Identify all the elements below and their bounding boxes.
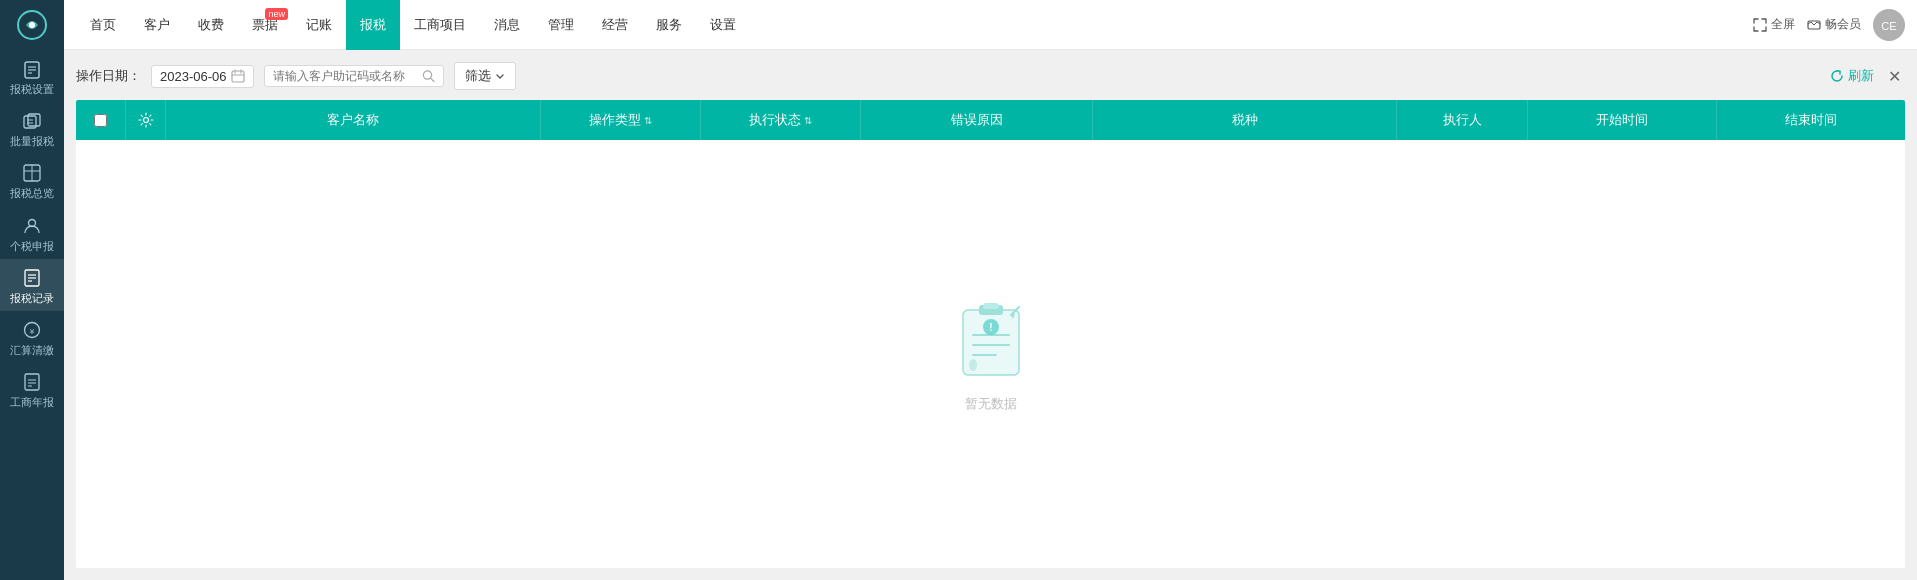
sidebar-item-annual-report[interactable]: 工商年报 (0, 363, 64, 415)
close-button[interactable]: ✕ (1884, 65, 1905, 88)
svg-rect-27 (232, 71, 244, 82)
refresh-icon (1830, 69, 1844, 83)
sidebar-item-label: 报税记录 (10, 292, 54, 305)
nav-operation[interactable]: 经营 (588, 0, 642, 50)
sidebar-item-label: 工商年报 (10, 396, 54, 409)
date-label: 操作日期： (76, 67, 141, 85)
nav-manage[interactable]: 管理 (534, 0, 588, 50)
sidebar-item-label: 报税设置 (10, 83, 54, 96)
main-area: 首页 客户 收费 票据 new 记账 报税 工商项目 消息 管理 经营 服务 设… (64, 0, 1917, 580)
table-header: 客户名称 操作类型 ⇅ 执行状态 ⇅ 错误原因 税种 执行人 (76, 100, 1905, 140)
topnav: 首页 客户 收费 票据 new 记账 报税 工商项目 消息 管理 经营 服务 设… (64, 0, 1917, 50)
svg-point-44 (969, 359, 977, 371)
th-settings[interactable] (126, 100, 166, 140)
nav-business[interactable]: 工商项目 (400, 0, 480, 50)
sidebar-item-batch-tax[interactable]: 批量报税 (0, 102, 64, 154)
svg-text:¥: ¥ (29, 327, 35, 336)
sidebar-logo (0, 0, 64, 50)
nav-tax[interactable]: 报税 (346, 0, 400, 50)
table-container: 客户名称 操作类型 ⇅ 执行状态 ⇅ 错误原因 税种 执行人 (76, 100, 1905, 568)
search-input-wrap[interactable] (264, 65, 444, 87)
search-icon (422, 69, 435, 83)
search-input[interactable] (273, 69, 422, 83)
sidebar-item-settlement[interactable]: ¥ 汇算清缴 (0, 311, 64, 363)
table-body: ! 暂无数据 (76, 140, 1905, 568)
vip-button[interactable]: 畅会员 (1807, 16, 1861, 33)
th-executor: 执行人 (1397, 100, 1529, 140)
nav-home[interactable]: 首页 (76, 0, 130, 50)
sidebar-item-tax-settings[interactable]: 报税设置 (0, 50, 64, 102)
sidebar: 报税设置 批量报税 报税总览 (0, 0, 64, 580)
nav-settings[interactable]: 设置 (696, 0, 750, 50)
sort-icon: ⇅ (644, 115, 652, 126)
sidebar-item-personal-tax[interactable]: 个税申报 (0, 207, 64, 259)
chevron-down-icon (495, 71, 505, 81)
svg-point-1 (29, 22, 35, 28)
refresh-button[interactable]: 刷新 (1830, 67, 1874, 85)
sidebar-item-tax-records[interactable]: 报税记录 (0, 259, 64, 311)
th-client-name: 客户名称 (166, 100, 541, 140)
sidebar-item-label: 批量报税 (10, 135, 54, 148)
toolbar: 操作日期： 2023-06-06 筛选 (76, 62, 1905, 90)
nav-message[interactable]: 消息 (480, 0, 534, 50)
svg-text:CE: CE (1881, 20, 1896, 32)
nav-service[interactable]: 服务 (642, 0, 696, 50)
empty-clipboard-icon: ! (951, 295, 1031, 385)
th-tax-type: 税种 (1093, 100, 1396, 140)
vip-icon (1807, 18, 1821, 32)
empty-text: 暂无数据 (965, 395, 1017, 413)
sidebar-item-label: 汇算清缴 (10, 344, 54, 357)
settlement-icon: ¥ (21, 319, 43, 341)
tax-summary-icon (21, 162, 43, 184)
th-checkbox[interactable] (76, 100, 126, 140)
fullscreen-button[interactable]: 全屏 (1753, 16, 1795, 33)
invoice-new-badge: new (265, 8, 288, 21)
sort-icon: ⇅ (804, 115, 812, 126)
sidebar-item-tax-summary[interactable]: 报税总览 (0, 154, 64, 206)
th-exec-status[interactable]: 执行状态 ⇅ (701, 100, 861, 140)
column-settings-icon (138, 112, 154, 128)
tax-records-icon (21, 267, 43, 289)
sidebar-item-label: 个税申报 (10, 240, 54, 253)
content: 操作日期： 2023-06-06 筛选 (64, 50, 1917, 580)
batch-tax-icon (21, 110, 43, 132)
svg-text:!: ! (989, 322, 992, 333)
th-start-time: 开始时间 (1528, 100, 1717, 140)
th-op-type[interactable]: 操作类型 ⇅ (541, 100, 701, 140)
tax-settings-icon (21, 58, 43, 80)
personal-tax-icon (21, 215, 43, 237)
nav-client[interactable]: 客户 (130, 0, 184, 50)
svg-line-32 (430, 78, 433, 81)
date-picker[interactable]: 2023-06-06 (151, 65, 254, 88)
annual-report-icon (21, 371, 43, 393)
nav-billing[interactable]: 收费 (184, 0, 238, 50)
svg-rect-36 (983, 303, 999, 309)
filter-button[interactable]: 筛选 (454, 62, 516, 90)
svg-rect-20 (25, 374, 39, 390)
th-end-time: 结束时间 (1717, 100, 1905, 140)
sidebar-item-label: 报税总览 (10, 187, 54, 200)
toolbar-right: 刷新 ✕ (1830, 65, 1905, 88)
topnav-right: 全屏 畅会员 CE (1753, 9, 1905, 41)
nav-invoice[interactable]: 票据 new (238, 0, 292, 50)
th-error-reason: 错误原因 (861, 100, 1093, 140)
nav-accounts[interactable]: 记账 (292, 0, 346, 50)
avatar[interactable]: CE (1873, 9, 1905, 41)
empty-illustration: ! 暂无数据 (951, 295, 1031, 413)
svg-point-33 (143, 118, 148, 123)
select-all-checkbox[interactable] (94, 114, 107, 127)
calendar-icon (231, 69, 245, 83)
fullscreen-icon (1753, 18, 1767, 32)
